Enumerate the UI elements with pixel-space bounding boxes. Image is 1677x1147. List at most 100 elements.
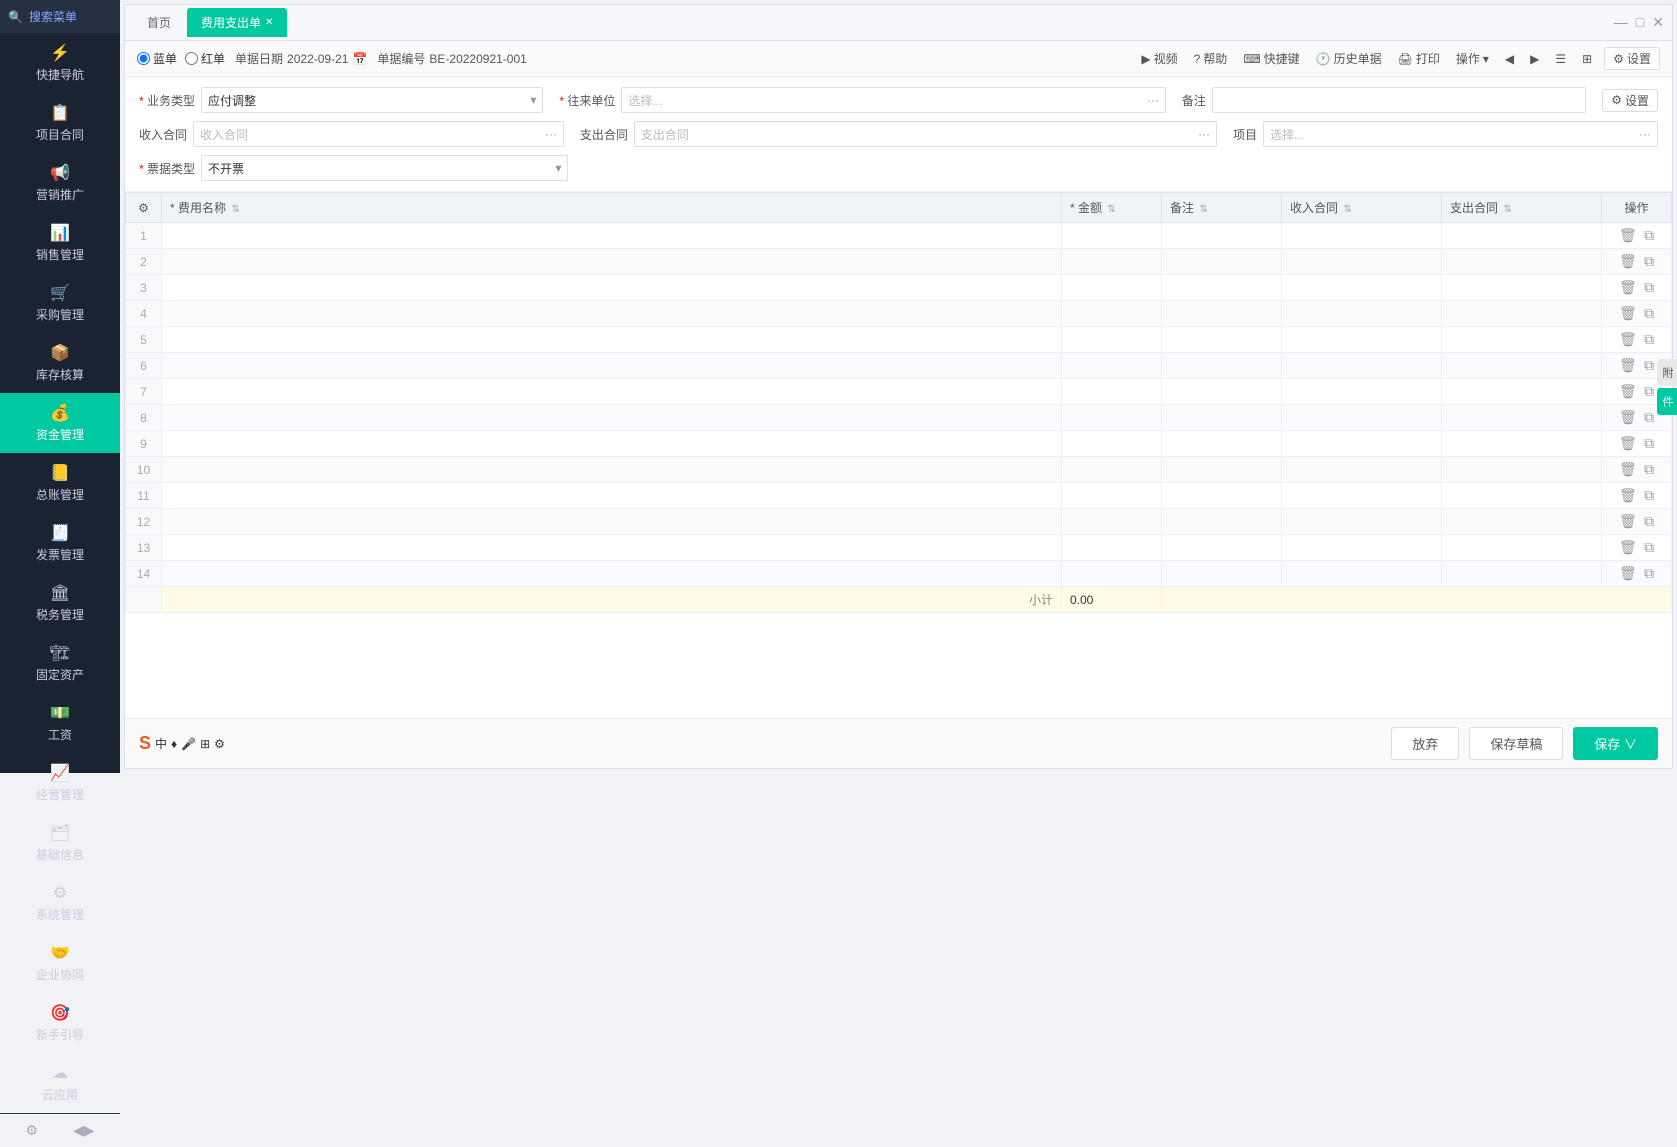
minimize-btn[interactable]: — <box>1614 14 1628 31</box>
cell-expense-name[interactable] <box>162 301 1062 327</box>
cell-expense-name[interactable] <box>162 223 1062 249</box>
cell-amount[interactable] <box>1062 327 1162 353</box>
th-remark[interactable]: 备注 ⇅ <box>1162 193 1282 223</box>
cell-expense-contract[interactable] <box>1442 509 1602 535</box>
cell-amount[interactable] <box>1062 431 1162 457</box>
cell-income-contract[interactable] <box>1282 431 1442 457</box>
sidebar-item-assets[interactable]: 🏗固定资产 <box>0 633 120 693</box>
cell-remark[interactable] <box>1162 483 1282 509</box>
copy-btn-6[interactable]: ⧉ <box>1642 357 1656 374</box>
save-btn[interactable]: 保存 ∨ <box>1573 727 1658 760</box>
cell-remark[interactable] <box>1162 223 1282 249</box>
sidebar-search[interactable]: 🔍 搜索菜单 <box>0 0 120 33</box>
save-draft-btn[interactable]: 保存草稿 <box>1469 727 1563 760</box>
income-contract-dots[interactable]: ··· <box>545 127 557 141</box>
cell-expense-name[interactable] <box>162 431 1062 457</box>
cell-expense-name[interactable] <box>162 561 1062 587</box>
cell-income-contract[interactable] <box>1282 223 1442 249</box>
cell-expense-name[interactable] <box>162 483 1062 509</box>
cell-remark[interactable] <box>1162 431 1282 457</box>
delete-btn-4[interactable]: 🗑 <box>1617 305 1639 322</box>
cell-remark[interactable] <box>1162 379 1282 405</box>
copy-btn-10[interactable]: ⧉ <box>1642 461 1656 478</box>
delete-btn-10[interactable]: 🗑 <box>1617 461 1639 478</box>
cell-income-contract[interactable] <box>1282 379 1442 405</box>
cell-expense-name[interactable] <box>162 535 1062 561</box>
delete-btn-11[interactable]: 🗑 <box>1617 487 1639 504</box>
th-amount[interactable]: * 金额 ⇅ <box>1062 193 1162 223</box>
delete-btn-9[interactable]: 🗑 <box>1617 435 1639 452</box>
sidebar-item-purchase[interactable]: 🛒采购管理 <box>0 273 120 333</box>
cell-expense-contract[interactable] <box>1442 561 1602 587</box>
date-value[interactable]: 2022-09-21 <box>287 52 348 66</box>
number-value[interactable]: BE-20220921-001 <box>429 52 526 66</box>
cell-expense-name[interactable] <box>162 509 1062 535</box>
sidebar-item-sales[interactable]: 📊销售管理 <box>0 213 120 273</box>
cell-expense-contract[interactable] <box>1442 535 1602 561</box>
copy-btn-4[interactable]: ⧉ <box>1642 305 1656 322</box>
cell-expense-contract[interactable] <box>1442 379 1602 405</box>
cell-income-contract[interactable] <box>1282 561 1442 587</box>
radio-blue-label[interactable]: 蓝单 <box>137 50 177 67</box>
cell-expense-name[interactable] <box>162 249 1062 275</box>
cell-income-contract[interactable] <box>1282 301 1442 327</box>
cell-expense-name[interactable] <box>162 353 1062 379</box>
cell-expense-contract[interactable] <box>1442 483 1602 509</box>
print-btn[interactable]: 🖨 打印 <box>1394 48 1444 69</box>
copy-btn-9[interactable]: ⧉ <box>1642 435 1656 452</box>
cell-income-contract[interactable] <box>1282 327 1442 353</box>
radio-red[interactable] <box>185 52 198 65</box>
sidebar-item-basic-info[interactable]: 🗂基础信息 <box>0 813 120 873</box>
view-list-btn[interactable]: ☰ <box>1551 50 1570 68</box>
copy-btn-7[interactable]: ⧉ <box>1642 383 1656 400</box>
cell-remark[interactable] <box>1162 561 1282 587</box>
cell-income-contract[interactable] <box>1282 535 1442 561</box>
delete-btn-3[interactable]: 🗑 <box>1617 279 1639 296</box>
sidebar-item-enterprise[interactable]: 🤝企业协同 <box>0 933 120 993</box>
copy-btn-12[interactable]: ⧉ <box>1642 513 1656 530</box>
nav-right-btn[interactable]: ▶ <box>1526 50 1543 68</box>
business-type-input[interactable]: 应付调整 ▾ <box>201 87 543 113</box>
help-btn[interactable]: ? 帮助 <box>1190 48 1232 69</box>
delete-btn-13[interactable]: 🗑 <box>1617 539 1639 556</box>
cell-income-contract[interactable] <box>1282 509 1442 535</box>
cell-expense-contract[interactable] <box>1442 405 1602 431</box>
cell-expense-contract[interactable] <box>1442 353 1602 379</box>
shortcut-btn[interactable]: ⌨ 快捷键 <box>1239 48 1303 69</box>
sidebar-item-tax[interactable]: 🏛税务管理 <box>0 573 120 633</box>
history-btn[interactable]: 🕐 历史单据 <box>1312 48 1386 69</box>
cell-remark[interactable] <box>1162 327 1282 353</box>
delete-btn-5[interactable]: 🗑 <box>1617 331 1639 348</box>
sidebar-item-cloud[interactable]: ☁云应用 <box>0 1053 120 1113</box>
cell-income-contract[interactable] <box>1282 353 1442 379</box>
copy-btn-2[interactable]: ⧉ <box>1642 253 1656 270</box>
expense-contract-dots[interactable]: ··· <box>1198 127 1210 141</box>
cell-expense-contract[interactable] <box>1442 223 1602 249</box>
delete-btn-14[interactable]: 🗑 <box>1617 565 1639 582</box>
cell-expense-name[interactable] <box>162 275 1062 301</box>
tab-home[interactable]: 首页 <box>133 8 185 37</box>
invoice-type-input[interactable]: 不开票 ▾ <box>201 155 568 181</box>
copy-btn-14[interactable]: ⧉ <box>1642 565 1656 582</box>
cell-remark[interactable] <box>1162 405 1282 431</box>
cell-amount[interactable] <box>1062 301 1162 327</box>
discard-btn[interactable]: 放弃 <box>1391 727 1459 760</box>
cell-expense-contract[interactable] <box>1442 301 1602 327</box>
delete-btn-12[interactable]: 🗑 <box>1617 513 1639 530</box>
cell-expense-name[interactable] <box>162 327 1062 353</box>
cell-expense-name[interactable] <box>162 457 1062 483</box>
project-dots[interactable]: ··· <box>1639 127 1651 141</box>
sidebar-item-inventory[interactable]: 📦库存核算 <box>0 333 120 393</box>
cell-expense-name[interactable] <box>162 405 1062 431</box>
sidebar-item-salary[interactable]: 💵工资 <box>0 693 120 753</box>
copy-btn-3[interactable]: ⧉ <box>1642 279 1656 296</box>
cell-expense-contract[interactable] <box>1442 275 1602 301</box>
delete-btn-7[interactable]: 🗑 <box>1617 383 1639 400</box>
tab-close-expense[interactable]: ✕ <box>265 17 273 28</box>
cell-amount[interactable] <box>1062 483 1162 509</box>
nav-left-btn[interactable]: ◀ <box>1501 50 1518 68</box>
cell-expense-contract[interactable] <box>1442 327 1602 353</box>
sidebar-item-quick-nav[interactable]: ⚡快捷导航 <box>0 33 120 93</box>
edge-tab-attachment[interactable]: 附 <box>1657 359 1677 386</box>
tab-expense[interactable]: 费用支出单✕ <box>187 8 287 37</box>
